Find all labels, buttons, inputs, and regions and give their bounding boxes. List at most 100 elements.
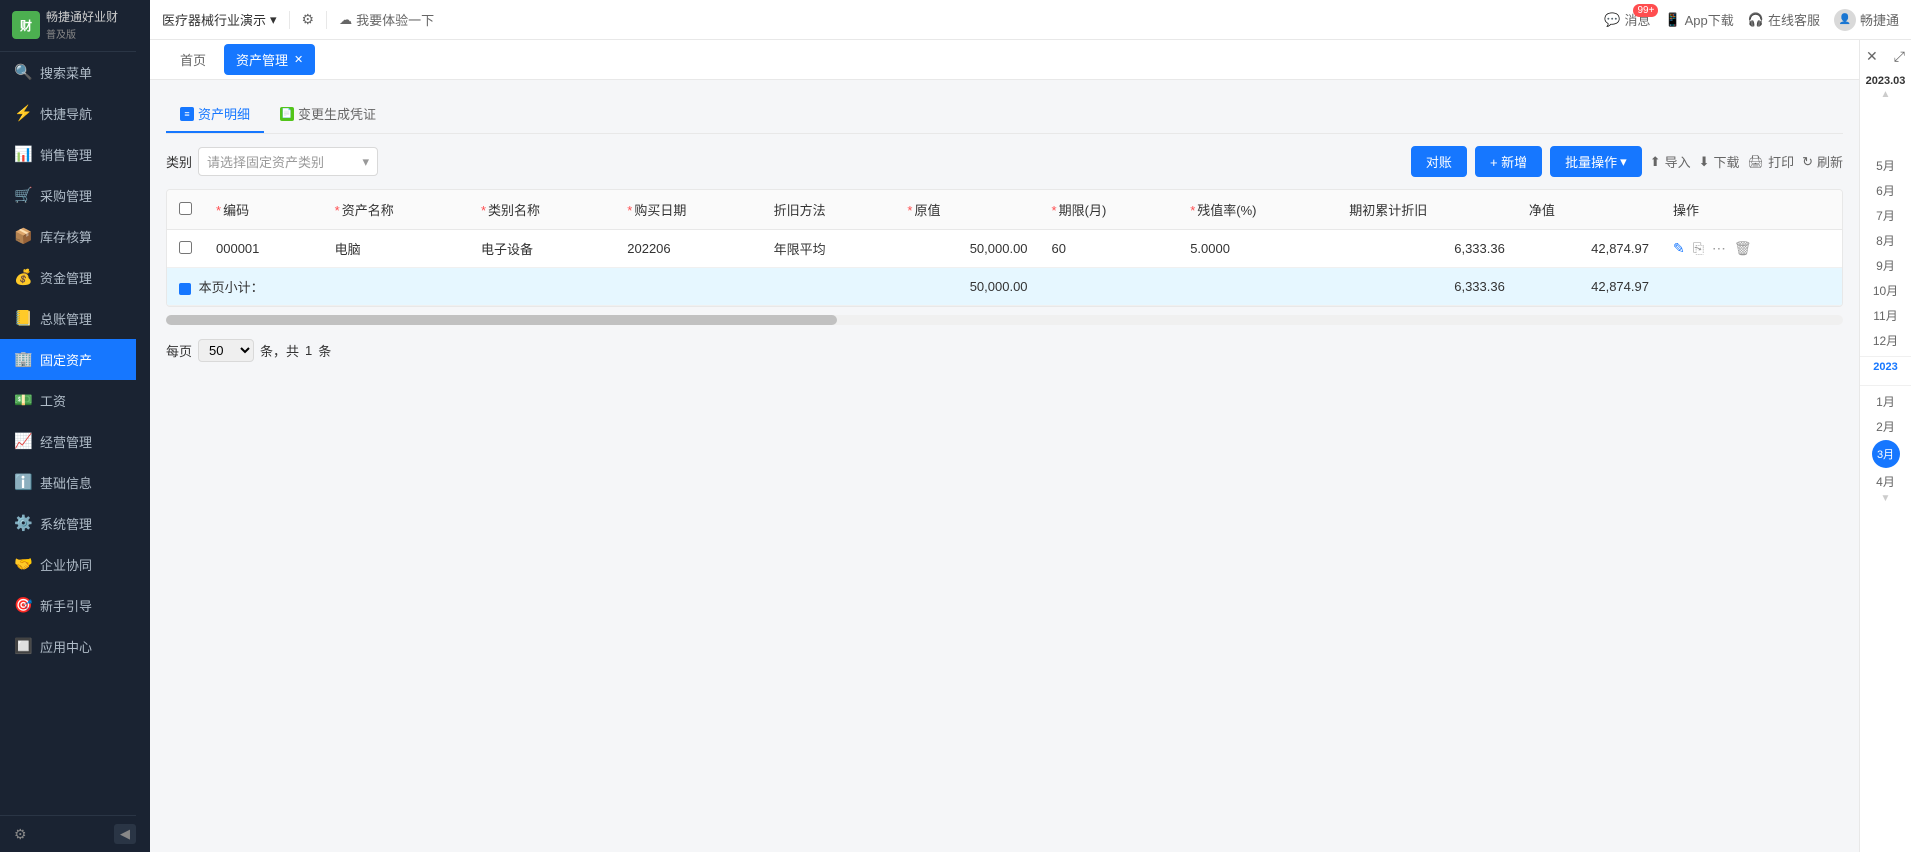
sidebar-item-ledger[interactable]: 📒 总账管理: [0, 298, 150, 339]
table-icon: ≡: [180, 107, 194, 121]
sidebar-label-funds: 资金管理: [40, 268, 92, 287]
prev-year-months: 5月 6月 7月 8月 9月 10月 11月 12月: [1860, 100, 1911, 352]
sidebar: 财 畅捷通好业财 普及版 🔍 搜索菜单 ⚡ 快捷导航 📊 销售管理 🛒 采购管理…: [0, 0, 150, 852]
download-button[interactable]: ⬇ 下载: [1699, 152, 1740, 171]
scrollbar-track: [166, 315, 1843, 325]
sidebar-label-sales: 销售管理: [40, 145, 92, 164]
month-11[interactable]: 11月: [1868, 304, 1904, 327]
sidebar-item-purchase[interactable]: 🛒 采购管理: [0, 175, 150, 216]
sidebar-item-fixed-assets[interactable]: 🏢 固定资产: [0, 339, 150, 380]
print-button[interactable]: 🖨 打印: [1748, 152, 1795, 171]
basic-info-icon: ℹ️: [14, 473, 32, 491]
tab-home[interactable]: 首页: [166, 42, 220, 77]
headset-icon: 🎧: [1748, 12, 1764, 28]
sidebar-item-system[interactable]: ⚙️ 系统管理: [0, 503, 150, 544]
sidebar-label-guide: 新手引导: [40, 596, 92, 615]
subtotal-label: 本页小计：: [199, 280, 264, 295]
right-side-panel: ✕ ⤢ 2023.03 ▲ 5月 6月 7月 8月 9月 10月 11月 12月…: [1859, 40, 1911, 852]
rsp-close-icon[interactable]: ✕: [1866, 48, 1878, 65]
app-download-label: App下载: [1685, 10, 1734, 29]
month-jan[interactable]: 1月: [1868, 390, 1904, 413]
topbar-divider: [289, 11, 290, 29]
month-mar[interactable]: 3月: [1872, 440, 1900, 468]
funds-icon: 💰: [14, 268, 32, 286]
sidebar-item-guide[interactable]: 🎯 新手引导: [0, 585, 150, 626]
tab-asset-mgmt[interactable]: 资产管理 ✕: [224, 44, 315, 75]
tab-close-icon[interactable]: ✕: [294, 53, 303, 66]
sub-tab-asset-detail[interactable]: ≡ 资产明细: [166, 96, 264, 133]
edit-icon[interactable]: ✎: [1673, 240, 1685, 257]
th-initial-accumulated: 期初累计折旧: [1337, 190, 1517, 230]
th-depreciation-method: 折旧方法: [762, 190, 896, 230]
select-all-checkbox[interactable]: [179, 202, 192, 215]
sidebar-item-salary[interactable]: 💵 工资: [0, 380, 150, 421]
sidebar-label-enterprise: 企业协同: [40, 555, 92, 574]
guide-icon: 🎯: [14, 596, 32, 614]
rsp-expand-icon[interactable]: ⤢: [1894, 48, 1905, 65]
online-service-label: 在线客服: [1768, 10, 1820, 29]
subtotal-label-cell: 本页小计：: [167, 268, 895, 306]
month-5[interactable]: 5月: [1868, 154, 1904, 177]
month-8[interactable]: 8月: [1868, 229, 1904, 252]
category-select[interactable]: 请选择固定资产类别 ▾: [198, 147, 378, 176]
month-6[interactable]: 6月: [1868, 179, 1904, 202]
settings-bottom-icon[interactable]: ⚙: [14, 826, 27, 843]
user-menu[interactable]: 👤 畅捷通: [1834, 9, 1899, 31]
sidebar-collapse-button[interactable]: ◀: [114, 824, 136, 844]
avatar: 👤: [1834, 9, 1856, 31]
subtotal-original-value: 50,000.00: [895, 268, 1039, 306]
sidebar-item-funds[interactable]: 💰 资金管理: [0, 257, 150, 298]
scroll-up-button[interactable]: ▲: [1860, 89, 1911, 100]
reconcile-button[interactable]: 对账: [1411, 146, 1467, 177]
more-icon[interactable]: ⋯: [1712, 240, 1726, 257]
th-code: *编码: [204, 190, 323, 230]
th-residual-rate: *残值率(%): [1178, 190, 1337, 230]
month-7[interactable]: 7月: [1868, 204, 1904, 227]
sidebar-item-sales[interactable]: 📊 销售管理: [0, 134, 150, 175]
sidebar-label-inventory: 库存核算: [40, 227, 92, 246]
message-button[interactable]: 💬 消息 99+: [1604, 10, 1650, 29]
pagination: 每页 50 100 200 条，共 1 条: [166, 329, 1843, 366]
delete-icon[interactable]: 🗑: [1734, 240, 1752, 257]
month-apr[interactable]: 4月: [1868, 470, 1904, 493]
sidebar-item-basic-info[interactable]: ℹ️ 基础信息: [0, 462, 150, 503]
online-service-button[interactable]: 🎧 在线客服: [1748, 10, 1820, 29]
sidebar-item-inventory[interactable]: 📦 库存核算: [0, 216, 150, 257]
refresh-icon: ↻: [1802, 154, 1813, 170]
sub-tab-voucher-gen[interactable]: 📄 变更生成凭证: [266, 96, 390, 133]
total-suffix: 条: [318, 341, 331, 360]
sidebar-item-quick-nav[interactable]: ⚡ 快捷导航: [0, 93, 150, 134]
year-label: 2023.03: [1860, 73, 1911, 89]
month-10[interactable]: 10月: [1868, 279, 1904, 302]
import-button[interactable]: ⬆ 导入: [1650, 152, 1691, 171]
sidebar-label-operations: 经营管理: [40, 432, 92, 451]
th-original-value: *原值: [895, 190, 1039, 230]
experience-button[interactable]: ☁ 我要体验一下: [339, 10, 434, 29]
refresh-button[interactable]: ↻ 刷新: [1802, 152, 1843, 171]
add-button[interactable]: + 新增: [1475, 146, 1542, 177]
topbar-gear-icon[interactable]: ⚙: [302, 11, 315, 28]
month-feb[interactable]: 2月: [1868, 415, 1904, 438]
app-download-button[interactable]: 📱 App下载: [1664, 10, 1733, 29]
horizontal-scrollbar[interactable]: [166, 315, 1843, 325]
month-12[interactable]: 12月: [1868, 329, 1904, 352]
topbar-divider2: [326, 11, 327, 29]
scroll-down-button[interactable]: ▼: [1860, 493, 1911, 504]
month-9[interactable]: 9月: [1868, 254, 1904, 277]
page-content: ≡ 资产明细 📄 变更生成凭证 类别 请选择固定资产类别: [150, 80, 1859, 852]
subtotal-initial-accumulated: 6,333.36: [1337, 268, 1517, 306]
subtotal-actions: [1661, 268, 1842, 306]
company-selector[interactable]: 医疗器械行业演示 ▾: [162, 10, 277, 29]
quick-nav-icon: ⚡: [14, 104, 32, 122]
sidebar-item-search[interactable]: 🔍 搜索菜单: [0, 52, 150, 93]
page-size-select[interactable]: 50 100 200: [198, 339, 254, 362]
sidebar-item-operations[interactable]: 📈 经营管理: [0, 421, 150, 462]
copy-icon[interactable]: ⎘: [1693, 240, 1704, 257]
category-placeholder: 请选择固定资产类别: [207, 152, 324, 171]
sidebar-item-app-center[interactable]: 🔲 应用中心: [0, 626, 150, 667]
total-count: 1: [305, 343, 312, 358]
batch-button[interactable]: 批量操作 ▾: [1550, 146, 1642, 177]
assets-table: *编码 *资产名称 *类别名称 *购买日期 折旧方法 *原值 *期限(月) *残…: [166, 189, 1843, 307]
sidebar-item-enterprise[interactable]: 🤝 企业协同: [0, 544, 150, 585]
row-checkbox[interactable]: [179, 241, 192, 254]
